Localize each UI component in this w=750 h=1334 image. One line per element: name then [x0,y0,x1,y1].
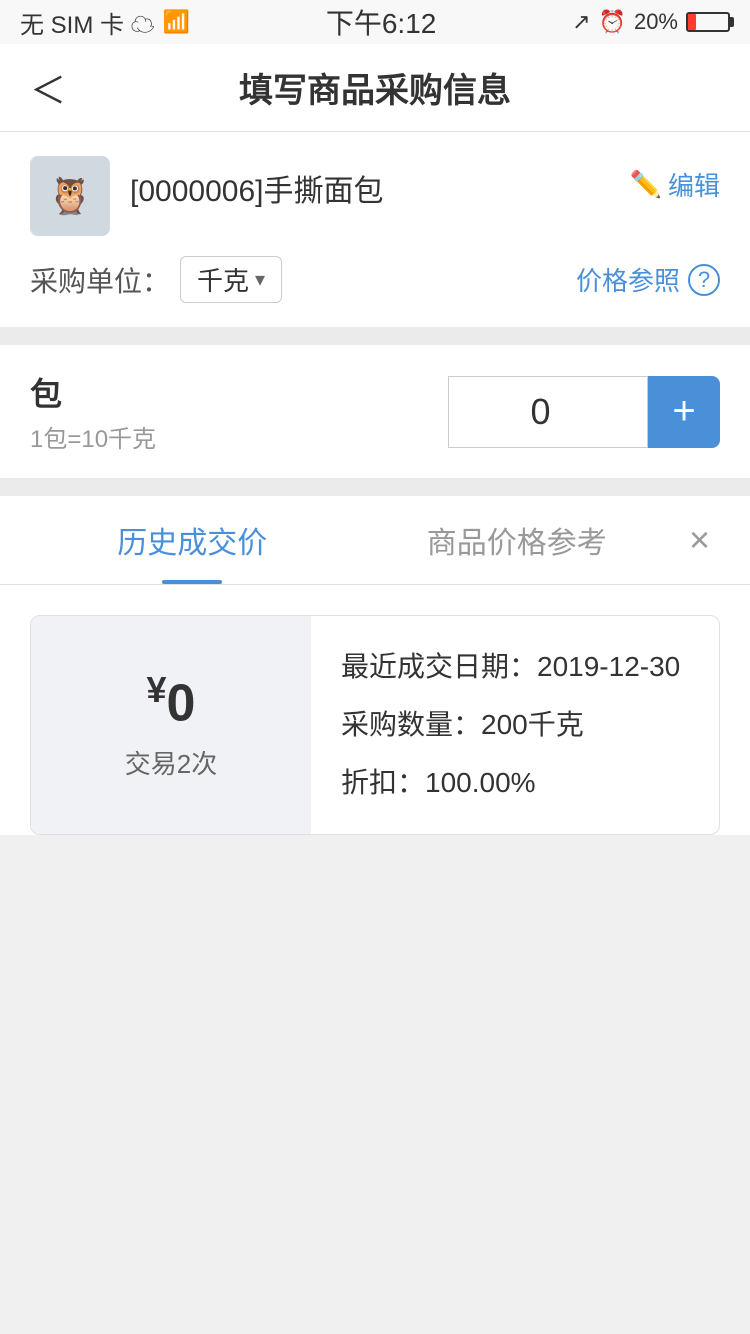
edit-label: 编辑 [668,166,720,203]
quantity-plus-button[interactable]: + [648,376,720,448]
status-right: ↗ ⏰ 20% [572,9,730,35]
unit-left: 采购单位： 千克 ▾ [30,256,282,303]
price-amount: ¥0 [147,669,196,733]
purchase-qty-item: 采购数量：200千克 [341,704,689,746]
status-bar: 无 SIM 卡 ☁ 📶 下午6:12 ↗ ⏰ 20% [0,0,750,44]
sim-label: 无 SIM 卡 ☁ [20,5,155,40]
battery-pct: 20% [634,9,678,35]
tab-row: 历史成交价 商品价格参考 × [0,496,750,585]
unit-prefix-label: 采购单位： [30,260,170,300]
qty-label: 包 1包=10千克 [30,369,156,454]
price-ref-button[interactable]: 价格参照 ? [576,261,720,298]
edit-icon: ✏️ [630,169,662,200]
battery-fill [688,14,696,30]
tab-product-price-label: 商品价格参考 [427,518,607,562]
section-divider-2 [0,478,750,496]
price-transactions: 交易2次 [125,744,217,781]
price-card: ¥0 交易2次 最近成交日期：2019-12-30 采购数量：200千克 折扣：… [30,615,720,835]
page-title: 填写商品采购信息 [239,63,511,112]
product-header: 🦉 [0000006]手撕面包 ✏️ 编辑 [30,156,720,236]
recent-date-label: 最近成交日期： [341,651,537,682]
status-time: 下午6:12 [326,2,437,42]
price-right-col: 最近成交日期：2019-12-30 采购数量：200千克 折扣：100.00% [311,616,719,834]
unit-select[interactable]: 千克 ▾ [180,256,282,303]
help-circle-icon: ? [688,264,720,296]
location-icon: ↗ [572,9,590,35]
price-left-col: ¥0 交易2次 [31,616,311,834]
recent-date-item: 最近成交日期：2019-12-30 [341,646,689,688]
nav-bar: ＜ 填写商品采购信息 [0,44,750,132]
currency-symbol: ¥ [147,669,167,710]
discount-value: 100.00% [425,767,536,798]
chevron-down-icon: ▾ [255,267,265,292]
qty-input-group: + [448,376,720,448]
close-button[interactable]: × [679,519,720,561]
wifi-icon: 📶 [163,9,190,35]
product-section: 🦉 [0000006]手撕面包 ✏️ 编辑 采购单位： 千克 ▾ 价格参照 ? [0,132,750,327]
qty-conversion-label: 1包=10千克 [30,419,156,454]
discount-item: 折扣：100.00% [341,762,689,804]
tab-underline [162,580,222,584]
bottom-panel: 历史成交价 商品价格参考 × ¥0 交易2次 最近成交日期：2019-12-30… [0,496,750,835]
price-value: 0 [167,675,196,733]
tab-product-price-ref[interactable]: 商品价格参考 [354,496,678,584]
product-name: [0000006]手撕面包 [130,166,383,210]
section-divider [0,327,750,345]
recent-date-value: 2019-12-30 [537,651,680,682]
purchase-qty-label: 采购数量： [341,709,481,740]
quantity-row: 包 1包=10千克 + [0,345,750,478]
purchase-qty-value: 200千克 [481,709,584,740]
qty-unit-label: 包 [30,369,156,415]
alarm-icon: ⏰ [599,9,626,35]
status-left: 无 SIM 卡 ☁ 📶 [20,5,190,40]
product-logo-icon: 🦉 [48,175,93,217]
product-unit-row: 采购单位： 千克 ▾ 价格参照 ? [30,256,720,303]
quantity-input[interactable] [448,376,648,448]
product-left: 🦉 [0000006]手撕面包 [30,156,383,236]
unit-value: 千克 [197,261,249,298]
product-thumbnail: 🦉 [30,156,110,236]
back-button[interactable]: ＜ [30,62,66,114]
discount-label: 折扣： [341,767,425,798]
edit-button[interactable]: ✏️ 编辑 [630,166,720,203]
price-ref-label: 价格参照 [576,261,680,298]
tab-history-price[interactable]: 历史成交价 [30,496,354,584]
tab-history-label: 历史成交价 [117,518,267,562]
battery-icon [686,12,730,32]
